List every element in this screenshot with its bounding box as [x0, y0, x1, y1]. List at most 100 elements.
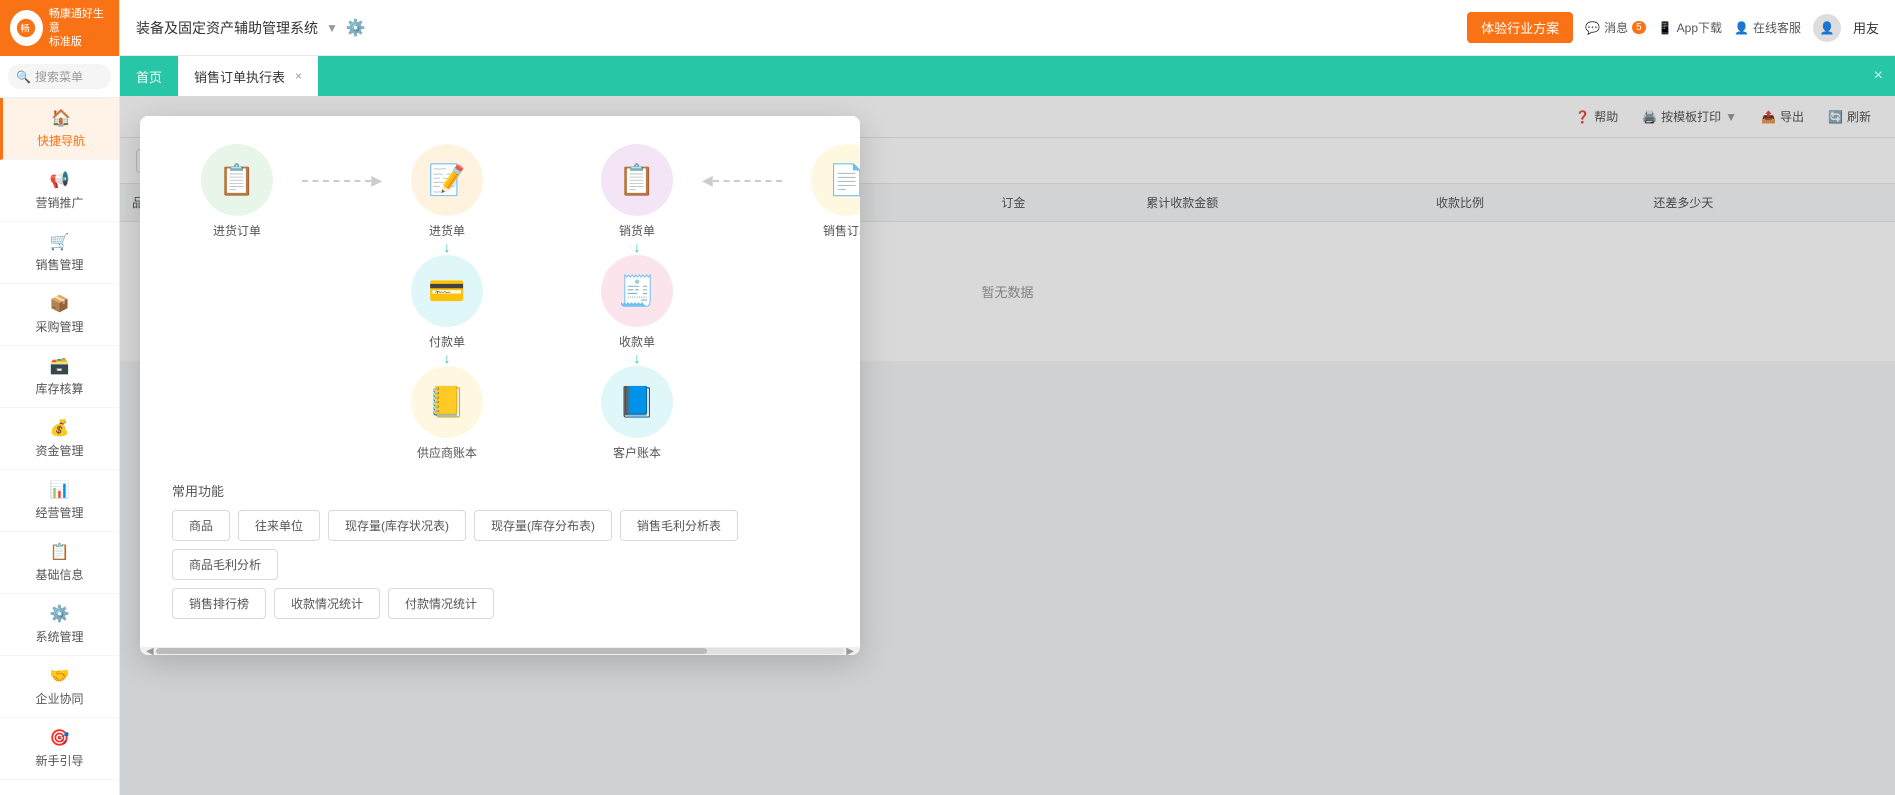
- tab-bar: 首页 销售订单执行表 × ×: [120, 56, 1895, 96]
- sidebar-item-system[interactable]: ⚙️ 系统管理: [0, 594, 119, 656]
- purchase-order-circle: 📋: [201, 144, 273, 216]
- scroll-right-arrow[interactable]: ▶: [844, 646, 856, 656]
- func-buttons-row2: 销售排行榜 收款情况统计 付款情况统计: [172, 588, 828, 619]
- sidebar-item-newbie[interactable]: 🎯 新手引导: [0, 718, 119, 780]
- sidebar-item-inventory[interactable]: 🗃️ 库存核算: [0, 346, 119, 408]
- tab-close-icon[interactable]: ×: [295, 69, 302, 83]
- marketing-icon: 📢: [50, 170, 70, 190]
- sidebar-item-marketing[interactable]: 📢 营销推广: [0, 160, 119, 222]
- online-service-button[interactable]: 👤 在线客服: [1734, 19, 1801, 36]
- func-buttons-row1: 商品 往来单位 现存量(库存状况表) 现存量(库存分布表) 销售毛利分析表 商品…: [172, 510, 828, 580]
- sidebar: 畅 畅康通好生意 标准版 🔍 搜索菜单 🏠 快捷导航 📢 营销推广: [0, 0, 120, 795]
- supplier-ledger-circle: 📒: [411, 366, 483, 438]
- system-title: 装备及固定资产辅助管理系统 ▼ ⚙️: [136, 18, 1455, 38]
- dialog-overlay[interactable]: 📋 进货订单 ▶: [120, 96, 1895, 795]
- purchase-icon: 📦: [50, 294, 70, 314]
- mobile-icon: 📱: [1658, 21, 1673, 35]
- sales-order-circle: 📄: [811, 144, 860, 216]
- sales-bill-circle: 📋: [601, 144, 673, 216]
- receipt-label: 收款单: [619, 333, 655, 350]
- func-stock-status-button[interactable]: 现存量(库存状况表): [328, 510, 466, 541]
- finance-icon: 💰: [50, 418, 70, 438]
- sidebar-logo: 畅 畅康通好生意 标准版: [0, 0, 119, 56]
- sidebar-item-enterprise[interactable]: 🤝 企业协同: [0, 656, 119, 718]
- content-area: ❓ 帮助 🖨️ 按模板打印 ▼ 📤 导出 🔄 刷新: [120, 96, 1895, 795]
- arrow-left-icon: ◀: [702, 172, 713, 189]
- func-sales-gross-button[interactable]: 销售毛利分析表: [620, 510, 738, 541]
- purchase-bill-circle: 📝: [411, 144, 483, 216]
- func-goods-button[interactable]: 商品: [172, 510, 230, 541]
- customer-ledger-label: 客户账本: [613, 444, 661, 461]
- payment-circle: 💳: [411, 255, 483, 327]
- arrow-right-icon: ▶: [371, 172, 382, 189]
- customer-ledger-circle: 📘: [601, 366, 673, 438]
- flow-item-sales-order[interactable]: 📄 销售订单: [782, 144, 860, 239]
- basic-icon: 📋: [50, 542, 70, 562]
- message-badge: 5: [1632, 21, 1646, 34]
- func-stock-dist-button[interactable]: 现存量(库存分布表): [474, 510, 612, 541]
- inventory-icon: 🗃️: [50, 356, 70, 376]
- tab-sales-order-exec[interactable]: 销售订单执行表 ×: [178, 56, 318, 96]
- flow-item-supplier-ledger[interactable]: 📒 供应商账本: [382, 366, 512, 461]
- func-payment-stats-button[interactable]: 付款情况统计: [388, 588, 494, 619]
- tab-home[interactable]: 首页: [120, 56, 178, 96]
- flow-item-purchase-order[interactable]: 📋 进货订单: [172, 144, 302, 239]
- search-icon: 🔍: [16, 70, 31, 84]
- message-button[interactable]: 💬 消息 5: [1585, 19, 1646, 36]
- down-arrow-receipt: ↓: [634, 350, 641, 366]
- user-avatar: 👤: [1813, 14, 1841, 42]
- avatar-icon: 👤: [1820, 21, 1835, 35]
- user-name: 用友: [1853, 18, 1879, 37]
- sidebar-nav: 🏠 快捷导航 📢 营销推广 🛒 销售管理 📦 采购管理 🗃️ 库存核算 💰: [0, 98, 119, 795]
- sidebar-item-finance[interactable]: 💰 资金管理: [0, 408, 119, 470]
- close-all-tabs-icon[interactable]: ×: [1874, 67, 1883, 85]
- flow-item-purchase-bill[interactable]: 📝 进货单: [382, 144, 512, 239]
- func-goods-gross-button[interactable]: 商品毛利分析: [172, 549, 278, 580]
- func-partners-button[interactable]: 往来单位: [238, 510, 320, 541]
- scroll-left-arrow[interactable]: ◀: [144, 646, 156, 656]
- sales-bill-label: 销货单: [619, 222, 655, 239]
- sidebar-item-purchase[interactable]: 📦 采购管理: [0, 284, 119, 346]
- common-functions-section: 常用功能 商品 往来单位 现存量(库存状况表) 现存量(库存分布表) 销售毛利分…: [172, 481, 828, 619]
- purchase-bill-label: 进货单: [429, 222, 465, 239]
- system-icon: ⚙️: [50, 604, 70, 624]
- message-icon: 💬: [1585, 21, 1600, 35]
- flow-item-sales-bill[interactable]: 📋 销货单: [572, 144, 702, 239]
- operations-icon: 📊: [50, 480, 70, 500]
- sales-order-label: 销售订单: [823, 222, 860, 239]
- func-sales-rank-button[interactable]: 销售排行榜: [172, 588, 266, 619]
- settings-icon[interactable]: ⚙️: [346, 18, 366, 38]
- top-header: 装备及固定资产辅助管理系统 ▼ ⚙️ 体验行业方案 💬 消息 5 📱 App下载…: [120, 0, 1895, 56]
- sidebar-item-sales[interactable]: 🛒 销售管理: [0, 222, 119, 284]
- newbie-icon: 🎯: [50, 728, 70, 748]
- main-area: 装备及固定资产辅助管理系统 ▼ ⚙️ 体验行业方案 💬 消息 5 📱 App下载…: [120, 0, 1895, 795]
- sidebar-item-basic[interactable]: 📋 基础信息: [0, 532, 119, 594]
- scrollbar-thumb: [156, 648, 707, 654]
- down-arrow-payment: ↓: [444, 350, 451, 366]
- svg-text:畅: 畅: [21, 23, 30, 34]
- tab-bar-right: ×: [1874, 67, 1895, 85]
- app-logo-text: 畅康通好生意 标准版: [49, 7, 109, 50]
- sidebar-item-operations[interactable]: 📊 经营管理: [0, 470, 119, 532]
- receipt-circle: 🧾: [601, 255, 673, 327]
- sidebar-search-area: 🔍 搜索菜单: [0, 56, 119, 98]
- dialog-content: 📋 进货订单 ▶: [140, 116, 860, 647]
- quick-nav-dialog: 📋 进货订单 ▶: [140, 116, 860, 655]
- flow-item-customer-ledger[interactable]: 📘 客户账本: [572, 366, 702, 461]
- common-functions-title: 常用功能: [172, 481, 828, 500]
- func-receipt-stats-button[interactable]: 收款情况统计: [274, 588, 380, 619]
- flow-item-payment[interactable]: 💳 付款单: [382, 255, 512, 350]
- flow-item-receipt[interactable]: 🧾 收款单: [572, 255, 702, 350]
- chevron-down-icon: ▼: [326, 21, 338, 35]
- dialog-scrollbar: ◀ ▶: [140, 647, 860, 655]
- search-menu-button[interactable]: 🔍 搜索菜单: [8, 64, 111, 89]
- try-industry-button[interactable]: 体验行业方案: [1467, 12, 1573, 43]
- service-icon: 👤: [1734, 21, 1749, 35]
- down-arrow-purchase-bill: ↓: [444, 239, 451, 255]
- enterprise-icon: 🤝: [50, 666, 70, 686]
- app-download-button[interactable]: 📱 App下载: [1658, 19, 1722, 36]
- down-arrow-sales-bill: ↓: [634, 239, 641, 255]
- scrollbar-track[interactable]: [156, 648, 845, 654]
- flow-diagram: 📋 进货订单 ▶: [172, 144, 828, 477]
- sidebar-item-quick-nav[interactable]: 🏠 快捷导航: [0, 98, 119, 160]
